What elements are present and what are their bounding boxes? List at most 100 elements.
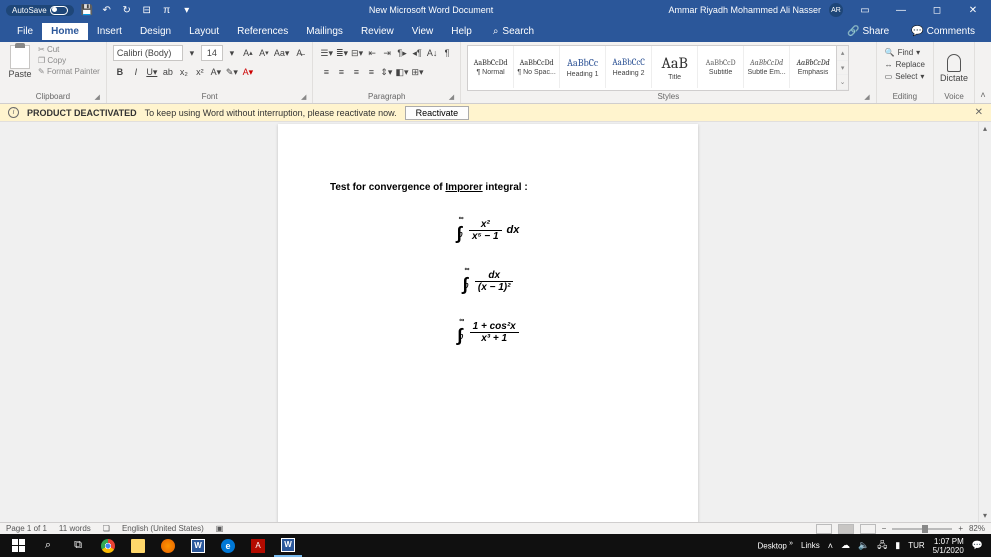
collapse-ribbon-button[interactable]: ˄ [975, 42, 991, 103]
chevron-down-icon[interactable]: ▾ [185, 45, 199, 61]
show-marks-button[interactable]: ¶ [440, 45, 454, 61]
spellcheck-icon[interactable]: ❏ [103, 524, 110, 533]
zoom-level[interactable]: 82% [969, 524, 985, 533]
multilevel-button[interactable]: ⊟▾ [350, 45, 364, 61]
sort-button[interactable]: A↓ [425, 45, 439, 61]
bold-button[interactable]: B [113, 64, 127, 80]
undo-icon[interactable]: ↶ [100, 3, 114, 17]
explorer-button[interactable] [124, 534, 152, 557]
font-launcher-icon[interactable]: ◢ [301, 93, 306, 101]
styles-launcher-icon[interactable]: ◢ [864, 93, 869, 101]
volume-icon[interactable]: 🔈 [858, 540, 869, 551]
clock[interactable]: 1:07 PM 5/1/2020 [933, 537, 964, 555]
copy-button[interactable]: ❐ Copy [38, 56, 100, 65]
battery-icon[interactable]: ▮ [895, 540, 900, 551]
action-center-icon[interactable]: 💬 [972, 540, 983, 551]
comments-button[interactable]: 💬 Comments [903, 24, 983, 39]
chevron-up-icon[interactable]: ▴ [837, 46, 848, 61]
tab-home[interactable]: Home [42, 23, 88, 40]
start-button[interactable] [4, 534, 32, 557]
shrink-font-button[interactable]: A▾ [257, 45, 271, 61]
word-shortcut-button[interactable]: W [184, 534, 212, 557]
italic-button[interactable]: I [129, 64, 143, 80]
ime-indicator[interactable]: TUR [908, 541, 924, 550]
style-normal[interactable]: AaBbCcDd¶ Normal [468, 46, 514, 88]
align-center-button[interactable]: ≡ [334, 64, 348, 80]
tab-mailings[interactable]: Mailings [297, 23, 352, 40]
cut-button[interactable]: ✂ Cut [38, 45, 100, 54]
desktop-toolbar[interactable]: Desktop » [758, 540, 794, 551]
tab-help[interactable]: Help [442, 23, 481, 40]
qat-more-icon[interactable]: ▾ [180, 3, 194, 17]
page-number[interactable]: Page 1 of 1 [6, 524, 47, 533]
tab-file[interactable]: File [8, 23, 42, 40]
select-button[interactable]: ▭Select ▾ [883, 71, 927, 82]
style-emphasis[interactable]: AaBbCcDdEmphasis [790, 46, 836, 88]
grow-font-button[interactable]: A▴ [241, 45, 255, 61]
edge-button[interactable]: e [214, 534, 242, 557]
font-size-combo[interactable]: 14 [201, 45, 223, 61]
read-mode-button[interactable] [816, 524, 832, 534]
macro-icon[interactable]: ▣ [216, 524, 224, 533]
tray-chevron-icon[interactable]: ˄ [828, 541, 833, 551]
bullets-button[interactable]: ☰▾ [319, 45, 334, 61]
zoom-slider[interactable] [892, 528, 952, 530]
numbering-button[interactable]: ≣▾ [335, 45, 349, 61]
align-right-button[interactable]: ≡ [349, 64, 363, 80]
network-icon[interactable]: 🖧 [877, 538, 887, 554]
zoom-out-button[interactable]: − [882, 524, 887, 533]
tab-insert[interactable]: Insert [88, 23, 131, 40]
tab-design[interactable]: Design [131, 23, 180, 40]
style-heading2[interactable]: AaBbCcCHeading 2 [606, 46, 652, 88]
align-left-button[interactable]: ≡ [319, 64, 333, 80]
line-spacing-button[interactable]: ⇕▾ [379, 64, 393, 80]
paste-button[interactable]: Paste [6, 45, 34, 79]
change-case-button[interactable]: Aa▾ [273, 45, 291, 61]
banner-close-icon[interactable]: ✕ [975, 107, 983, 118]
format-painter-button[interactable]: ✎ Format Painter [38, 67, 100, 76]
ltr-button[interactable]: ¶▸ [395, 45, 409, 61]
shading-button[interactable]: ◧▾ [394, 64, 409, 80]
page[interactable]: Test for convergence of Imporer integral… [278, 124, 698, 522]
task-view-button[interactable]: ⧉ [64, 534, 92, 557]
rtl-button[interactable]: ◂¶ [410, 45, 424, 61]
chevron-down-icon[interactable]: ▾ [225, 45, 239, 61]
expand-icon[interactable]: ⌄ [837, 75, 848, 90]
strikethrough-button[interactable]: ab [161, 64, 175, 80]
borders-button[interactable]: ⊞▾ [410, 64, 424, 80]
reactivate-button[interactable]: Reactivate [405, 106, 470, 120]
scroll-up-icon[interactable]: ▴ [979, 122, 991, 135]
ribbon-display-icon[interactable]: ▭ [851, 0, 879, 20]
highlight-button[interactable]: ✎▾ [225, 64, 239, 80]
zoom-in-button[interactable]: + [958, 524, 963, 533]
print-layout-button[interactable] [838, 524, 854, 534]
minimize-icon[interactable]: — [887, 0, 915, 20]
dictate-button[interactable]: Dictate [940, 54, 968, 83]
vertical-scrollbar[interactable]: ▴ ▾ [978, 122, 991, 522]
text-effects-button[interactable]: A▾ [209, 64, 223, 80]
increase-indent-button[interactable]: ⇥ [380, 45, 394, 61]
chevron-down-icon[interactable]: ▾ [837, 61, 848, 76]
find-button[interactable]: 🔍Find ▾ [883, 47, 927, 58]
firefox-button[interactable] [154, 534, 182, 557]
maximize-icon[interactable]: ◻ [923, 0, 951, 20]
scroll-down-icon[interactable]: ▾ [979, 509, 991, 522]
tab-review[interactable]: Review [352, 23, 403, 40]
word-running-button[interactable]: W [274, 534, 302, 557]
onedrive-icon[interactable]: ☁ [841, 540, 850, 551]
links-toolbar[interactable]: Links [801, 541, 820, 550]
tell-me-search[interactable]: ⌕ Search [487, 24, 540, 39]
clear-formatting-button[interactable]: A̶ [292, 45, 306, 61]
word-count[interactable]: 11 words [59, 524, 91, 533]
superscript-button[interactable]: x² [193, 64, 207, 80]
tab-view[interactable]: View [403, 23, 443, 40]
share-button[interactable]: 🔗 Share [839, 24, 897, 39]
style-heading1[interactable]: AaBbCcHeading 1 [560, 46, 606, 88]
tab-layout[interactable]: Layout [180, 23, 228, 40]
acrobat-button[interactable]: A [244, 534, 272, 557]
chrome-button[interactable] [94, 534, 122, 557]
subscript-button[interactable]: x₂ [177, 64, 191, 80]
language[interactable]: English (United States) [122, 524, 204, 533]
justify-button[interactable]: ≡ [364, 64, 378, 80]
save-icon[interactable]: 💾 [80, 3, 94, 17]
